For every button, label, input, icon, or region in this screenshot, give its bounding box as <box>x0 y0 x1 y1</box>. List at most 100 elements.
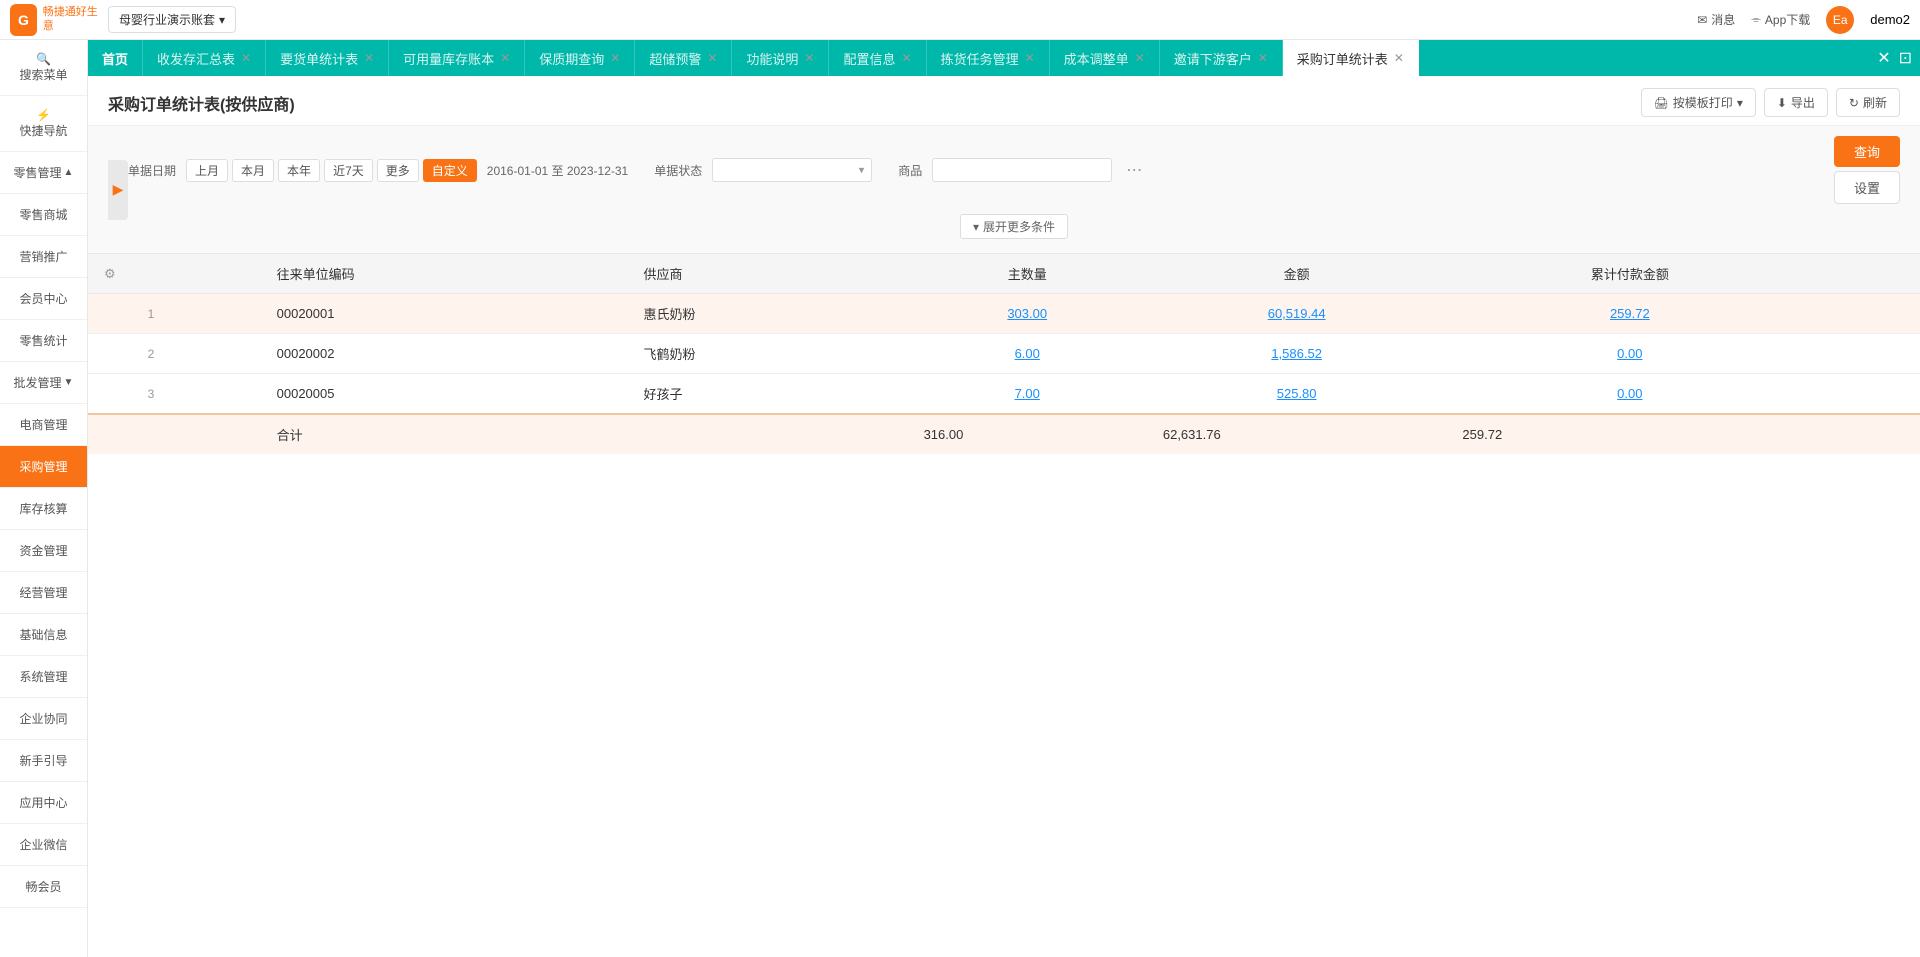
tab-invite[interactable]: 邀请下游客户 ✕ <box>1160 40 1283 76</box>
sidebar-item-appstore[interactable]: 应用中心 <box>0 782 87 824</box>
tab-close-inventory-book[interactable]: ✕ <box>500 51 510 65</box>
tab-collect[interactable]: 收发存汇总表 ✕ <box>143 40 266 76</box>
sidebar-item-retail-shop[interactable]: 零售商城 <box>0 194 87 236</box>
tab-cost-adjust[interactable]: 成本调整单 ✕ <box>1050 40 1160 76</box>
shortcut-icon: ⚡ <box>4 108 83 122</box>
table-body: 1 00020001 惠氏奶粉 303.00 60,519.44 259.72 … <box>88 294 1920 415</box>
tab-close-purchase-stats[interactable]: ✕ <box>1394 51 1404 65</box>
workspace-name: 母婴行业演示账套 <box>119 11 215 28</box>
date-btn-last-month[interactable]: 上月 <box>186 159 228 182</box>
message-button[interactable]: ✉ 消息 <box>1697 11 1735 28</box>
search-icon: 🔍 <box>4 52 83 66</box>
chevron-up-icon: ▲ <box>64 167 74 178</box>
sidebar-item-newbie[interactable]: 新手引导 <box>0 740 87 782</box>
column-settings-icon[interactable]: ⚙ <box>104 266 116 281</box>
sidebar-item-marketing[interactable]: 营销推广 <box>0 236 87 278</box>
table-row: 3 00020005 好孩子 7.00 525.80 0.00 <box>88 374 1920 415</box>
page-content: 采购订单统计表(按供应商) 🖨 按模板打印 ▾ ⬇ 导出 ↻ 刷新 <box>88 76 1920 957</box>
more-dots-icon[interactable]: ⋯ <box>1126 160 1142 180</box>
col-no <box>132 254 261 294</box>
row-3-paid[interactable]: 0.00 <box>1446 374 1813 415</box>
footer-label: 合计 <box>261 414 628 454</box>
logo-icon: G <box>10 4 37 36</box>
row-1-paid[interactable]: 259.72 <box>1446 294 1813 334</box>
tab-close-overstock[interactable]: ✕ <box>707 51 717 65</box>
status-select[interactable] <box>712 158 872 182</box>
tab-goods-stats[interactable]: 要货单统计表 ✕ <box>266 40 389 76</box>
date-btn-this-month[interactable]: 本月 <box>232 159 274 182</box>
tab-close-cost-adjust[interactable]: ✕ <box>1135 51 1145 65</box>
tab-purchase-stats[interactable]: 采购订单统计表 ✕ <box>1283 40 1419 76</box>
footer-paid: 259.72 <box>1446 414 1813 454</box>
sidebar-item-enterprise[interactable]: 企业协同 <box>0 698 87 740</box>
tab-close-collect[interactable]: ✕ <box>241 51 251 65</box>
app-download-button[interactable]: ⌯ App下载 <box>1751 11 1810 28</box>
sidebar-item-basic[interactable]: 基础信息 <box>0 614 87 656</box>
sidebar-item-finance[interactable]: 资金管理 <box>0 530 87 572</box>
tab-help[interactable]: 功能说明 ✕ <box>732 40 829 76</box>
col-extra <box>1813 254 1920 294</box>
sidebar-item-retail[interactable]: 零售管理 ▲ <box>0 152 87 194</box>
date-btn-this-year[interactable]: 本年 <box>278 159 320 182</box>
sidebar-item-retail-stats[interactable]: 零售统计 <box>0 320 87 362</box>
sidebar-item-member[interactable]: 会员中心 <box>0 278 87 320</box>
tab-close-config[interactable]: ✕ <box>902 51 912 65</box>
export-button[interactable]: ⬇ 导出 <box>1764 88 1828 117</box>
tab-close-all-button[interactable]: ✕ <box>1877 48 1890 68</box>
tab-close-warranty[interactable]: ✕ <box>610 51 620 65</box>
row-2-amount[interactable]: 1,586.52 <box>1147 334 1447 374</box>
setting-button[interactable]: 设置 <box>1834 171 1900 204</box>
tab-inventory-book[interactable]: 可用量库存账本 ✕ <box>389 40 525 76</box>
tab-close-invite[interactable]: ✕ <box>1258 51 1268 65</box>
tab-close-help[interactable]: ✕ <box>804 51 814 65</box>
goods-input[interactable] <box>932 158 1112 182</box>
row-3-quantity[interactable]: 7.00 <box>908 374 1147 415</box>
tab-overstock[interactable]: 超储预警 ✕ <box>635 40 732 76</box>
sidebar-item-wechat[interactable]: 企业微信 <box>0 824 87 866</box>
workspace-selector[interactable]: 母婴行业演示账套 ▾ <box>108 6 236 33</box>
tab-config[interactable]: 配置信息 ✕ <box>829 40 926 76</box>
date-label: 单据日期 <box>128 162 176 179</box>
sidebar-item-inventory[interactable]: 库存核算 <box>0 488 87 530</box>
table-row: 1 00020001 惠氏奶粉 303.00 60,519.44 259.72 <box>88 294 1920 334</box>
row-1-amount[interactable]: 60,519.44 <box>1147 294 1447 334</box>
table-head: ⚙ 往来单位编码 供应商 主数量 金额 累计付款金额 <box>88 254 1920 294</box>
sidebar-item-shortcut[interactable]: ⚡ 快捷导航 <box>0 96 87 152</box>
tab-close-pick-task[interactable]: ✕ <box>1025 51 1035 65</box>
date-range-display: 2016-01-01 至 2023-12-31 <box>487 162 628 179</box>
query-button[interactable]: 查询 <box>1834 136 1900 167</box>
content-area: 首页 收发存汇总表 ✕ 要货单统计表 ✕ 可用量库存账本 ✕ 保质期查询 ✕ 超… <box>88 40 1920 957</box>
table-area: ⚙ 往来单位编码 供应商 主数量 金额 累计付款金额 <box>88 254 1920 957</box>
top-bar-right: ✉ 消息 ⌯ App下载 Ea demo2 <box>1697 6 1910 34</box>
tab-pick-task[interactable]: 拣货任务管理 ✕ <box>927 40 1050 76</box>
row-3-amount[interactable]: 525.80 <box>1147 374 1447 415</box>
toggle-arrow[interactable]: ▶ <box>108 160 128 220</box>
user-name: demo2 <box>1870 12 1910 27</box>
row-3-extra <box>1813 374 1920 415</box>
sidebar-item-ecommerce[interactable]: 电商管理 <box>0 404 87 446</box>
date-btn-7days[interactable]: 近7天 <box>324 159 373 182</box>
date-btn-more[interactable]: 更多 <box>377 159 419 182</box>
sidebar-item-vip[interactable]: 畅会员 <box>0 866 87 908</box>
filter-main: 单据日期 上月 本月 本年 近7天 更多 自定义 2016-01-01 至 20… <box>128 136 1900 243</box>
date-btn-custom[interactable]: 自定义 <box>423 159 477 182</box>
sidebar-item-system[interactable]: 系统管理 <box>0 656 87 698</box>
refresh-button[interactable]: ↻ 刷新 <box>1836 88 1900 117</box>
tab-warranty[interactable]: 保质期查询 ✕ <box>525 40 635 76</box>
logo-text: 畅捷通好生意 <box>43 6 98 32</box>
tab-home[interactable]: 首页 <box>88 40 143 76</box>
table-footer: 合计 316.00 62,631.76 259.72 <box>88 414 1920 454</box>
tab-maximize-button[interactable]: ⊡ <box>1899 48 1912 68</box>
sidebar-item-search[interactable]: 🔍 搜索菜单 <box>0 40 87 96</box>
sidebar-item-operations[interactable]: 经营管理 <box>0 572 87 614</box>
footer-extra <box>1813 414 1920 454</box>
sidebar-item-wholesale[interactable]: 批发管理 ▼ <box>0 362 87 404</box>
print-button[interactable]: 🖨 按模板打印 ▾ <box>1641 88 1756 117</box>
row-1-quantity[interactable]: 303.00 <box>908 294 1147 334</box>
sidebar-item-purchase[interactable]: 采购管理 <box>0 446 87 488</box>
avatar[interactable]: Ea <box>1826 6 1854 34</box>
row-2-paid[interactable]: 0.00 <box>1446 334 1813 374</box>
tab-close-goods-stats[interactable]: ✕ <box>364 51 374 65</box>
expand-more-button[interactable]: ▾ 展开更多条件 <box>960 214 1068 239</box>
row-2-quantity[interactable]: 6.00 <box>908 334 1147 374</box>
